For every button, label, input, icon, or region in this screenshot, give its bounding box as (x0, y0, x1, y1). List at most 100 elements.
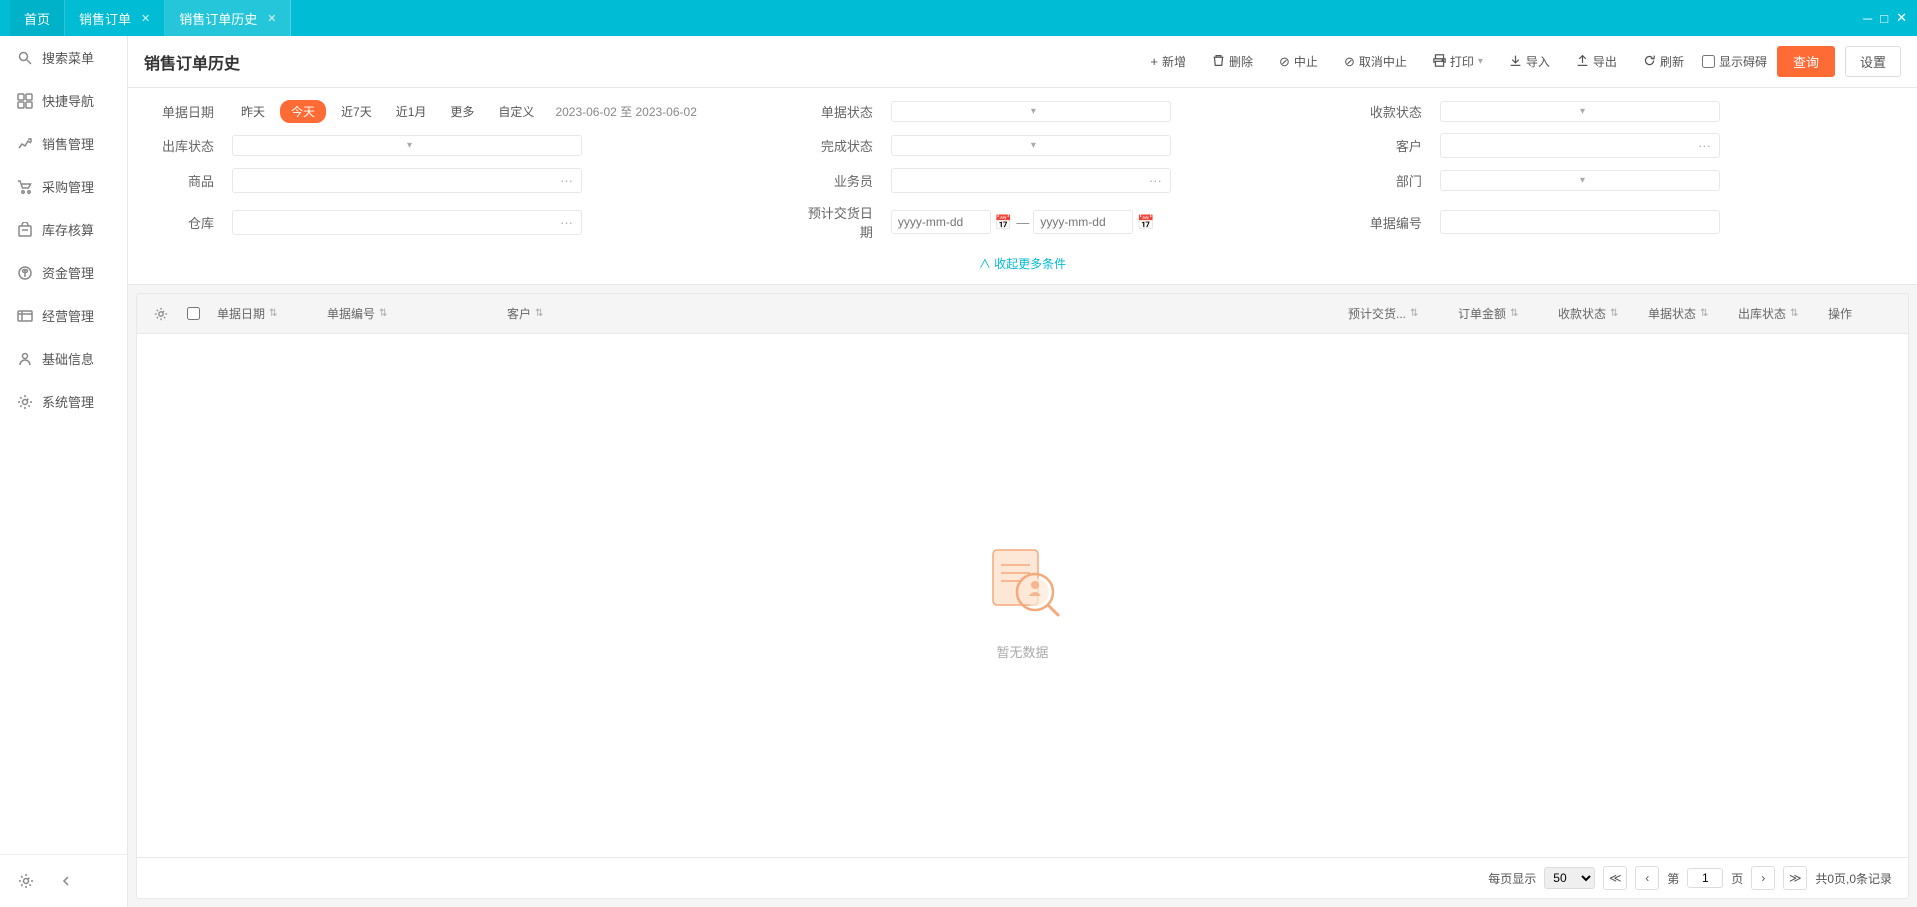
page-input[interactable] (1687, 868, 1723, 888)
th-out-status[interactable]: 出库状态 ⇅ (1730, 305, 1820, 322)
settings-btn[interactable]: 设置 (1845, 46, 1901, 77)
base-info-icon (16, 350, 34, 368)
th-order-status[interactable]: 单据状态 ⇅ (1640, 305, 1730, 322)
dept-label: 部门 (1352, 171, 1432, 190)
date-btn-today[interactable]: 今天 (280, 100, 326, 123)
sidebar-item-inventory[interactable]: 库存核算 (0, 208, 127, 251)
collapse-row[interactable]: ∧ 收起更多条件 (144, 251, 1901, 272)
new-btn[interactable]: + 新增 (1142, 49, 1194, 74)
th-payment-status[interactable]: 收款状态 ⇅ (1550, 305, 1640, 322)
table-header-checkbox[interactable] (177, 307, 209, 320)
empty-illustration (973, 530, 1073, 630)
sales-icon (16, 135, 34, 153)
next-page-btn[interactable]: › (1751, 866, 1775, 890)
order-status-select[interactable]: ▾ (891, 101, 1171, 122)
sidebar-item-finance[interactable]: 资金管理 (0, 251, 127, 294)
date-btn-custom[interactable]: 自定义 (489, 100, 543, 123)
dept-select[interactable]: ▾ (1440, 170, 1720, 191)
last-page-btn[interactable]: ≫ (1783, 866, 1807, 890)
refresh-icon (1643, 54, 1656, 70)
empty-state: 暂无数据 (137, 334, 1908, 857)
sidebar-item-operations[interactable]: 经营管理 (0, 294, 127, 337)
tab-home[interactable]: 首页 (10, 0, 65, 36)
sidebar-item-system[interactable]: 系统管理 (0, 380, 127, 423)
refresh-btn[interactable]: 刷新 (1635, 49, 1692, 74)
filter-date-group: 单据日期 昨天 今天 近7天 近1月 更多 自定义 2023-06-02 至 2… (144, 100, 803, 123)
sidebar-settings-btn[interactable] (10, 865, 42, 897)
sort-customer-icon: ⇅ (535, 308, 543, 319)
customer-input[interactable]: ··· (1440, 133, 1720, 158)
import-btn[interactable]: 导入 (1501, 49, 1558, 74)
delete-icon (1212, 54, 1225, 70)
salesman-dots[interactable]: ··· (1149, 173, 1162, 188)
th-order-no[interactable]: 单据编号 ⇅ (319, 305, 499, 322)
product-input[interactable]: ··· (232, 168, 582, 193)
display-cols-input[interactable] (1702, 55, 1715, 68)
minimize-btn[interactable]: ─ (1863, 11, 1872, 26)
filter-complete-status-group: 完成状态 ▾ (803, 135, 1352, 156)
query-btn[interactable]: 查询 (1777, 46, 1835, 77)
sidebar-item-base-info[interactable]: 基础信息 (0, 337, 127, 380)
warehouse-dots[interactable]: ··· (560, 215, 573, 230)
delete-btn[interactable]: 删除 (1204, 49, 1261, 74)
table-settings-icon[interactable] (145, 307, 177, 321)
export-btn[interactable]: 导出 (1568, 49, 1625, 74)
date-btn-more[interactable]: 更多 (441, 100, 483, 123)
order-no-input[interactable] (1440, 210, 1720, 234)
date-btn-last30[interactable]: 近1月 (387, 100, 436, 123)
calendar-start-icon[interactable]: 📅 (995, 214, 1012, 231)
maximize-btn[interactable]: □ (1880, 11, 1888, 26)
stop-btn[interactable]: ⊘ 中止 (1271, 49, 1326, 74)
out-status-select[interactable]: ▾ (232, 135, 582, 156)
table-area: 单据日期 ⇅ 单据编号 ⇅ 客户 ⇅ 预计交货... ⇅ 订单金额 ⇅ (136, 293, 1909, 899)
payment-status-label: 收款状态 (1352, 102, 1432, 121)
customer-label: 客户 (1352, 136, 1432, 155)
prev-page-btn[interactable]: ‹ (1635, 866, 1659, 890)
delivery-date-start[interactable] (891, 210, 991, 234)
print-btn[interactable]: 打印 ▾ (1425, 49, 1491, 74)
cancel-stop-btn[interactable]: ⊘ 取消中止 (1336, 49, 1415, 74)
sidebar-item-sales[interactable]: 销售管理 (0, 122, 127, 165)
calendar-end-icon[interactable]: 📅 (1137, 214, 1154, 231)
sidebar-label-finance: 资金管理 (42, 263, 94, 282)
sort-date-icon: ⇅ (269, 308, 277, 319)
th-customer[interactable]: 客户 ⇅ (499, 305, 1340, 322)
th-date[interactable]: 单据日期 ⇅ (209, 305, 319, 322)
tab-sales-order[interactable]: 销售订单 ✕ (65, 0, 165, 36)
th-amount[interactable]: 订单金额 ⇅ (1450, 305, 1550, 322)
order-status-arrow: ▾ (1031, 106, 1162, 117)
toolbar: + 新增 删除 ⊘ 中止 (1142, 46, 1901, 77)
sidebar-item-quick-nav[interactable]: 快捷导航 (0, 79, 127, 122)
tab-sales-order-close[interactable]: ✕ (141, 12, 150, 25)
warehouse-input[interactable]: ··· (232, 210, 582, 235)
close-btn[interactable]: ✕ (1896, 10, 1907, 26)
date-range: 2023-06-02 至 2023-06-02 (555, 103, 696, 120)
salesman-input[interactable]: ··· (891, 168, 1171, 193)
display-cols-checkbox[interactable]: 显示碍碍 (1702, 53, 1767, 70)
date-btn-yesterday[interactable]: 昨天 (232, 100, 274, 123)
sort-payment-icon: ⇅ (1610, 308, 1618, 319)
search-icon (16, 49, 34, 67)
delivery-date-end[interactable] (1033, 210, 1133, 234)
product-dots[interactable]: ··· (560, 173, 573, 188)
th-delivery-date[interactable]: 预计交货... ⇅ (1340, 305, 1450, 322)
filter-dept-group: 部门 ▾ (1352, 170, 1901, 191)
page-size-select[interactable]: 50 10 20 100 (1544, 867, 1595, 889)
first-page-btn[interactable]: ≪ (1603, 866, 1627, 890)
tab-sales-order-history-close[interactable]: ✕ (267, 12, 276, 25)
page-size-label: 每页显示 (1488, 870, 1536, 887)
sidebar-item-search-menu[interactable]: 搜索菜单 (0, 36, 127, 79)
sidebar-item-purchase[interactable]: 采购管理 (0, 165, 127, 208)
sort-status-icon: ⇅ (1700, 308, 1708, 319)
select-all-checkbox[interactable] (187, 307, 200, 320)
tab-sales-order-history[interactable]: 销售订单历史 ✕ (165, 0, 291, 36)
stop-icon: ⊘ (1279, 54, 1290, 70)
payment-status-select[interactable]: ▾ (1440, 101, 1720, 122)
customer-dots[interactable]: ··· (1698, 138, 1711, 153)
order-no-label: 单据编号 (1352, 213, 1432, 232)
table-header: 单据日期 ⇅ 单据编号 ⇅ 客户 ⇅ 预计交货... ⇅ 订单金额 ⇅ (137, 294, 1908, 334)
cancel-stop-icon: ⊘ (1344, 54, 1355, 70)
sidebar-collapse-btn[interactable] (50, 865, 82, 897)
complete-status-select[interactable]: ▾ (891, 135, 1171, 156)
date-btn-last7[interactable]: 近7天 (332, 100, 381, 123)
